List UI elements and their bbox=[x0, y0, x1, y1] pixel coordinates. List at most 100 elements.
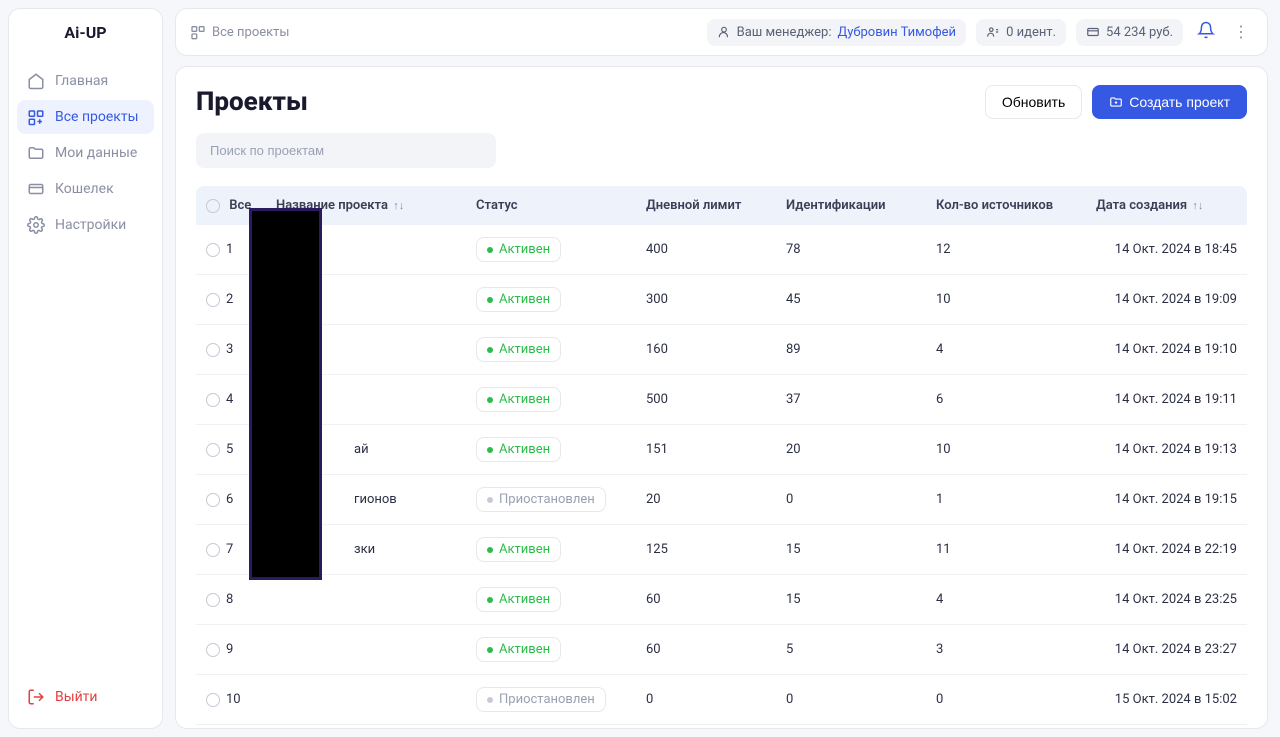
breadcrumb-label: Все проекты bbox=[212, 25, 290, 40]
row-index: 4 bbox=[226, 392, 233, 407]
ident-value: 0 идент. bbox=[1006, 25, 1056, 40]
daily-limit-value: 60 bbox=[646, 642, 661, 657]
table-row[interactable]: 5айАктивен151201014 Окт. 2024 в 19:13 bbox=[196, 425, 1247, 475]
row-radio[interactable] bbox=[206, 343, 220, 357]
sidebar: Ai-UP Главная Все проекты Мои данные Кош… bbox=[8, 8, 163, 729]
breadcrumb[interactable]: Все проекты bbox=[190, 24, 290, 40]
row-radio[interactable] bbox=[206, 393, 220, 407]
sidebar-item-wallet[interactable]: Кошелек bbox=[17, 172, 154, 206]
ident-value: 15 bbox=[786, 592, 801, 607]
col-sources: Кол-во источников bbox=[926, 186, 1086, 225]
daily-limit-value: 151 bbox=[646, 442, 668, 457]
table-row[interactable]: 2Активен300451014 Окт. 2024 в 19:09 bbox=[196, 275, 1247, 325]
daily-limit-value: 60 bbox=[646, 592, 661, 607]
project-name bbox=[276, 592, 354, 607]
row-index: 3 bbox=[226, 342, 233, 357]
sidebar-item-label: Кошелек bbox=[55, 181, 114, 197]
table-row[interactable]: 6гионовПриостановлен200114 Окт. 2024 в 1… bbox=[196, 475, 1247, 525]
content: Проекты Обновить Создать проект Все bbox=[175, 66, 1268, 729]
sidebar-item-settings[interactable]: Настройки bbox=[17, 208, 154, 242]
folder-icon bbox=[27, 144, 45, 162]
row-radio[interactable] bbox=[206, 543, 220, 557]
project-name: гионов bbox=[276, 492, 397, 507]
select-all-radio[interactable] bbox=[206, 199, 220, 213]
user-icon bbox=[717, 25, 731, 39]
row-radio[interactable] bbox=[206, 493, 220, 507]
page-title: Проекты bbox=[196, 87, 975, 117]
manager-chip[interactable]: Ваш менеджер: Дубровин Тимофей bbox=[707, 19, 966, 46]
ident-value: 78 bbox=[786, 242, 801, 257]
row-radio[interactable] bbox=[206, 693, 220, 707]
sidebar-item-mydata[interactable]: Мои данные bbox=[17, 136, 154, 170]
status-pill: Активен bbox=[476, 587, 561, 612]
projects-table: Все Название проекта ↑↓ Статус Дневной л… bbox=[196, 186, 1247, 725]
ident-value: 5 bbox=[786, 642, 793, 657]
topbar: Все проекты Ваш менеджер: Дубровин Тимоф… bbox=[175, 8, 1268, 56]
status-dot-icon bbox=[487, 547, 493, 553]
sidebar-item-label: Мои данные bbox=[55, 145, 137, 161]
table-row[interactable]: 1Активен400781214 Окт. 2024 в 18:45 bbox=[196, 225, 1247, 275]
sources-value: 10 bbox=[936, 442, 951, 457]
daily-limit-value: 400 bbox=[646, 242, 668, 257]
logout-button[interactable]: Выйти bbox=[17, 680, 154, 714]
sources-value: 4 bbox=[936, 592, 943, 607]
row-radio[interactable] bbox=[206, 643, 220, 657]
status-dot-icon bbox=[487, 347, 493, 353]
col-name-label: Название проекта bbox=[276, 198, 388, 213]
row-radio[interactable] bbox=[206, 243, 220, 257]
table-row[interactable]: 7зкиАктивен125151114 Окт. 2024 в 22:19 bbox=[196, 525, 1247, 575]
table-row[interactable]: 10Приостановлен00015 Окт. 2024 в 15:02 bbox=[196, 675, 1247, 725]
table-row[interactable]: 3Активен16089414 Окт. 2024 в 19:10 bbox=[196, 325, 1247, 375]
sidebar-nav: Главная Все проекты Мои данные Кошелек Н… bbox=[17, 64, 154, 680]
search-input[interactable] bbox=[196, 133, 496, 168]
row-radio[interactable] bbox=[206, 593, 220, 607]
col-name[interactable]: Название проекта ↑↓ bbox=[266, 186, 466, 225]
col-status-label: Статус bbox=[476, 198, 518, 213]
sidebar-item-label: Все проекты bbox=[55, 109, 138, 125]
table-row[interactable]: 8Активен6015414 Окт. 2024 в 23:25 bbox=[196, 575, 1247, 625]
project-name bbox=[276, 392, 354, 407]
brand-logo: Ai-UP bbox=[17, 23, 154, 56]
manager-label: Ваш менеджер: bbox=[737, 25, 832, 40]
row-radio[interactable] bbox=[206, 443, 220, 457]
sidebar-item-home[interactable]: Главная bbox=[17, 64, 154, 98]
table-row[interactable]: 4Активен50037614 Окт. 2024 в 19:11 bbox=[196, 375, 1247, 425]
project-name: зки bbox=[276, 542, 375, 557]
col-status: Статус bbox=[466, 186, 636, 225]
sources-value: 11 bbox=[936, 542, 951, 557]
ident-chip[interactable]: 0 идент. bbox=[976, 19, 1066, 46]
status-dot-icon bbox=[487, 647, 493, 653]
status-label: Активен bbox=[499, 342, 550, 357]
row-radio[interactable] bbox=[206, 293, 220, 307]
more-menu-button[interactable]: ⋮ bbox=[1229, 22, 1253, 42]
sources-value: 0 bbox=[936, 692, 943, 707]
status-pill: Приостановлен bbox=[476, 487, 606, 512]
refresh-button[interactable]: Обновить bbox=[985, 85, 1082, 119]
sidebar-item-projects[interactable]: Все проекты bbox=[17, 100, 154, 134]
col-select[interactable]: Все bbox=[196, 186, 266, 225]
status-dot-icon bbox=[487, 447, 493, 453]
sort-icon: ↑↓ bbox=[1192, 199, 1203, 212]
status-pill: Активен bbox=[476, 387, 561, 412]
sources-value: 12 bbox=[936, 242, 951, 257]
status-pill: Активен bbox=[476, 437, 561, 462]
projects-icon bbox=[27, 108, 45, 126]
table-row[interactable]: 9Активен605314 Окт. 2024 в 23:27 bbox=[196, 625, 1247, 675]
notifications-button[interactable] bbox=[1193, 17, 1219, 47]
status-label: Активен bbox=[499, 592, 550, 607]
logout-icon bbox=[27, 688, 45, 706]
project-name bbox=[276, 692, 354, 707]
col-date-label: Дата создания bbox=[1096, 198, 1187, 213]
create-project-button[interactable]: Создать проект bbox=[1092, 85, 1247, 119]
status-dot-icon bbox=[487, 297, 493, 303]
col-limit: Дневной лимит bbox=[636, 186, 776, 225]
status-pill: Активен bbox=[476, 637, 561, 662]
col-date[interactable]: Дата создания ↑↓ bbox=[1086, 186, 1247, 225]
status-pill: Активен bbox=[476, 337, 561, 362]
date-value: 15 Окт. 2024 в 15:02 bbox=[1115, 692, 1237, 707]
project-name bbox=[276, 242, 354, 257]
status-label: Приостановлен bbox=[499, 692, 595, 707]
balance-chip[interactable]: 54 234 руб. bbox=[1076, 19, 1183, 46]
daily-limit-value: 125 bbox=[646, 542, 668, 557]
status-pill: Активен bbox=[476, 537, 561, 562]
